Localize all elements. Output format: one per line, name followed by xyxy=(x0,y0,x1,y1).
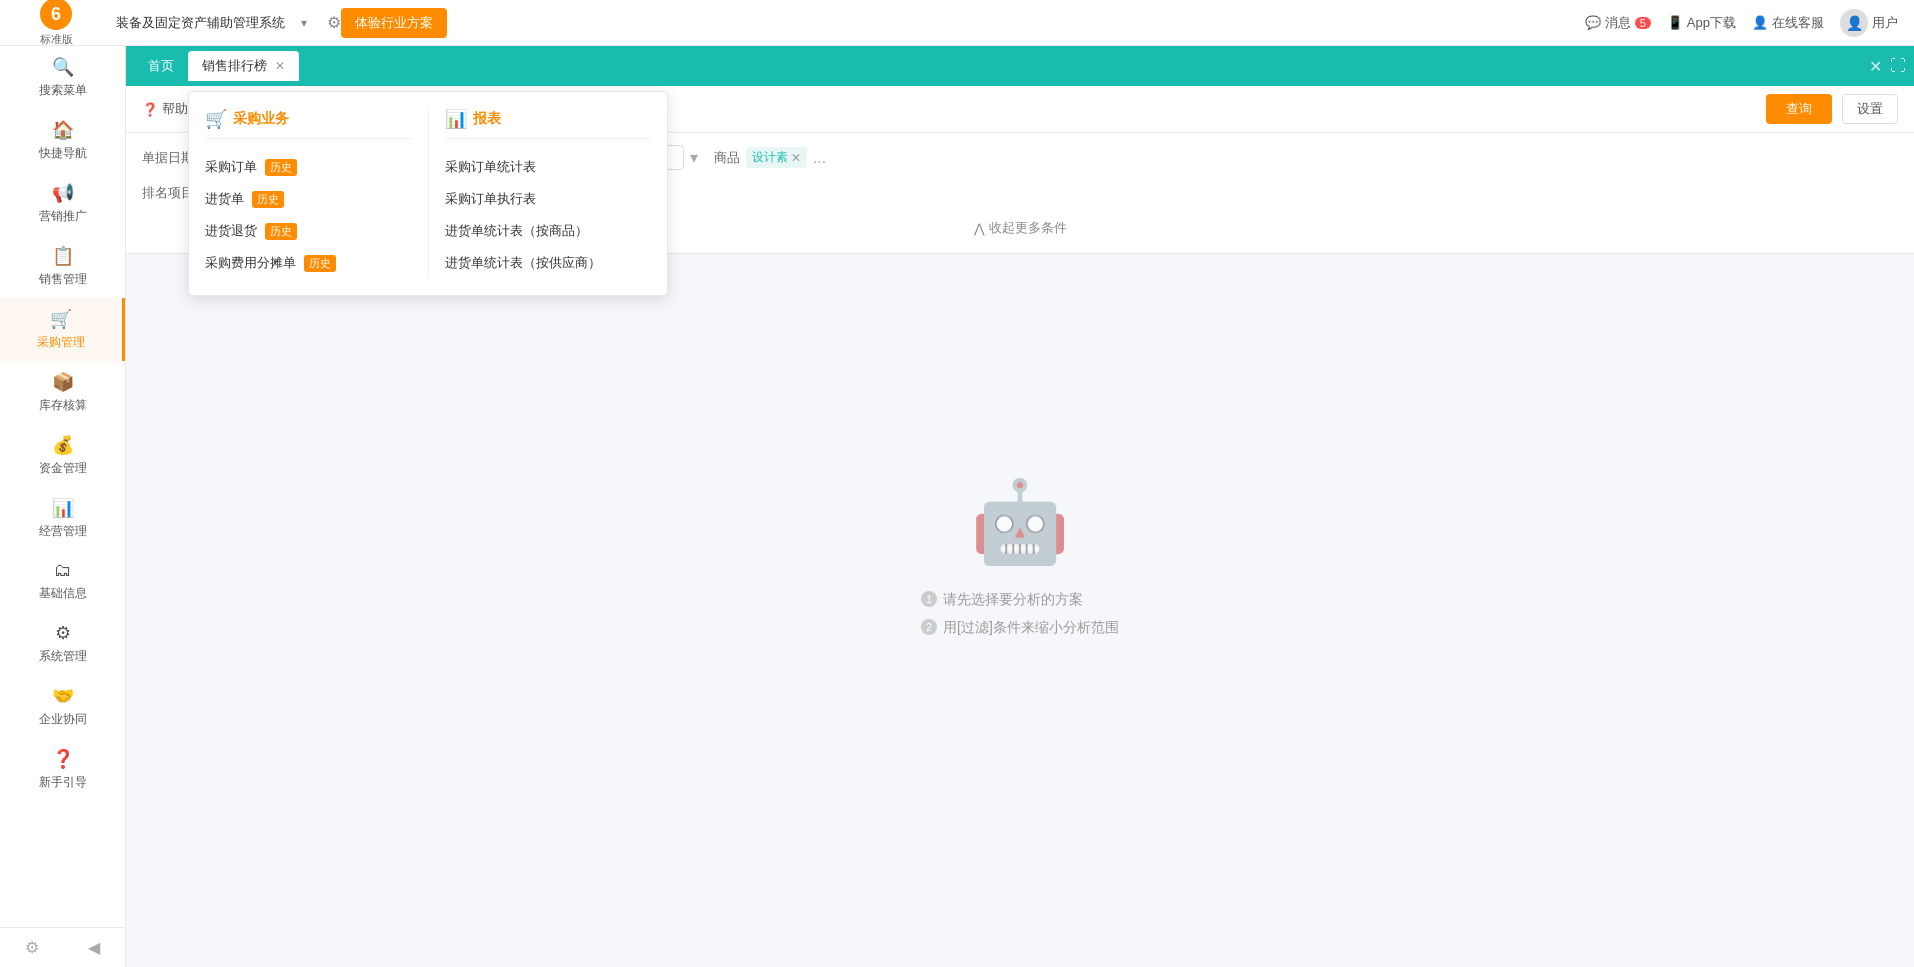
industry-btn[interactable]: 体验行业方案 xyxy=(341,8,447,38)
mobile-icon: 📱 xyxy=(1667,15,1683,30)
user-btn[interactable]: 👤 用户 xyxy=(1840,9,1898,37)
inventory-icon: 📦 xyxy=(52,371,74,393)
basic-icon: 🗂 xyxy=(54,560,72,581)
help-btn[interactable]: ❓ 帮助 xyxy=(142,100,188,118)
sidebar-item-marketing[interactable]: 📢 营销推广 xyxy=(0,172,125,235)
online-service-btn[interactable]: 👤 在线客服 xyxy=(1752,14,1824,32)
sidebar: 🔍 搜索菜单 🏠 快捷导航 📢 营销推广 📋 销售管理 🛒 采购管理 📦 xyxy=(0,46,126,967)
home-icon: 🏠 xyxy=(52,119,74,141)
app-download-btn[interactable]: 📱 App下载 xyxy=(1667,14,1736,32)
sales-icon: 📋 xyxy=(52,245,74,267)
empty-step-1: 1 请先选择要分析的方案 xyxy=(921,585,1119,613)
sidebar-item-enterprise[interactable]: 🤝 企业协同 xyxy=(0,675,125,738)
top-bar-actions: 💬 消息 5 📱 App下载 👤 在线客服 👤 用户 xyxy=(1585,9,1898,37)
history-badge-3: 历史 xyxy=(304,255,336,272)
purchase-dropdown-menu: 🛒 采购业务 采购订单 历史 进货单 历史 xyxy=(188,91,668,296)
enterprise-icon: 🤝 xyxy=(52,685,74,707)
marketing-icon: 📢 xyxy=(52,182,74,204)
messages-badge: 5 xyxy=(1635,17,1651,29)
service-icon: 👤 xyxy=(1752,15,1768,30)
menu-item-purchase-receive[interactable]: 进货单 历史 xyxy=(205,183,412,215)
sidebar-collapse-btn[interactable]: ◀ xyxy=(88,938,100,957)
app-container: 6 标准版 装备及固定资产辅助管理系统 ▾ ⚙ 体验行业方案 💬 消息 5 📱 … xyxy=(0,0,1914,967)
content-area: 首页 销售排行榜 ✕ 🛒 采购业务 采购订单 xyxy=(126,46,1914,967)
logo-text: 标准版 xyxy=(40,32,73,47)
report-section: 📊 报表 采购订单统计表 采购订单执行表 进货单统计表（按商品） xyxy=(445,108,652,279)
sidebar-item-quick-nav[interactable]: 🏠 快捷导航 xyxy=(0,109,125,172)
menu-divider xyxy=(428,108,429,279)
tab-close-window-icon[interactable]: ✕ xyxy=(1869,57,1882,76)
menu-item-report-3[interactable]: 进货单统计表（按供应商） xyxy=(445,247,652,279)
help-icon: ❓ xyxy=(142,102,158,117)
sidebar-item-guide[interactable]: ❓ 新手引导 xyxy=(0,738,125,801)
main-area: 🔍 搜索菜单 🏠 快捷导航 📢 营销推广 📋 销售管理 🛒 采购管理 📦 xyxy=(0,46,1914,967)
sidebar-item-purchase[interactable]: 🛒 采购管理 xyxy=(0,298,125,361)
sidebar-settings-btn[interactable]: ⚙ xyxy=(25,938,39,957)
sidebar-item-basic[interactable]: 🗂 基础信息 xyxy=(0,550,125,612)
user-avatar: 👤 xyxy=(1840,9,1868,37)
goods-tag: 设计素 ✕ xyxy=(746,147,807,168)
sidebar-item-sales[interactable]: 📋 销售管理 xyxy=(0,235,125,298)
sidebar-item-operation[interactable]: 📊 经营管理 xyxy=(0,487,125,550)
toolbar-right: 查询 设置 xyxy=(1766,94,1898,124)
date-label: 单据日期 xyxy=(142,149,194,167)
sidebar-item-finance[interactable]: 💰 资金管理 xyxy=(0,424,125,487)
logo-area: 6 标准版 xyxy=(16,0,96,47)
empty-illustration: 🤖 xyxy=(970,475,1070,569)
empty-state: 🤖 1 请先选择要分析的方案 2 用[过滤]条件来缩小分析范围 xyxy=(921,475,1119,641)
finance-icon: 💰 xyxy=(52,434,74,456)
history-badge-0: 历史 xyxy=(265,159,297,176)
purchase-section: 🛒 采购业务 采购订单 历史 进货单 历史 xyxy=(205,108,412,279)
empty-step-2: 2 用[过滤]条件来缩小分析范围 xyxy=(921,613,1119,641)
sidebar-item-search[interactable]: 🔍 搜索菜单 xyxy=(0,46,125,109)
tab-sales-rank[interactable]: 销售排行榜 ✕ 🛒 采购业务 采购订单 历史 xyxy=(188,51,299,81)
operation-icon: 📊 xyxy=(52,497,74,519)
top-bar-left: 6 标准版 装备及固定资产辅助管理系统 ▾ ⚙ xyxy=(16,0,341,47)
guide-icon: ❓ xyxy=(52,748,74,770)
collapse-btn[interactable]: ⋀ 收起更多条件 xyxy=(974,219,1067,237)
message-icon: 💬 xyxy=(1585,15,1601,30)
system-settings-icon[interactable]: ⚙ xyxy=(327,13,341,32)
menu-item-purchase-return[interactable]: 进货退货 历史 xyxy=(205,215,412,247)
collapse-icon: ⋀ xyxy=(974,221,985,236)
empty-text: 1 请先选择要分析的方案 2 用[过滤]条件来缩小分析范围 xyxy=(921,585,1119,641)
search-icon: 🔍 xyxy=(52,56,74,78)
query-btn[interactable]: 查询 xyxy=(1766,94,1832,124)
history-badge-2: 历史 xyxy=(265,223,297,240)
rank-label: 排名项目 xyxy=(142,184,194,202)
sidebar-bottom: ⚙ ◀ xyxy=(0,927,125,967)
purchase-section-title: 🛒 采购业务 xyxy=(205,108,412,139)
goods-dots[interactable]: ... xyxy=(813,149,826,167)
menu-item-report-2[interactable]: 进货单统计表（按商品） xyxy=(445,215,652,247)
messages-btn[interactable]: 💬 消息 5 xyxy=(1585,14,1651,32)
system-title-dropdown[interactable]: ▾ xyxy=(301,16,307,30)
menu-item-purchase-order[interactable]: 采购订单 历史 xyxy=(205,151,412,183)
goods-label: 商品 xyxy=(714,149,740,167)
report-section-title: 📊 报表 xyxy=(445,108,652,139)
sidebar-item-system[interactable]: ⚙ 系统管理 xyxy=(0,612,125,675)
menu-item-report-0[interactable]: 采购订单统计表 xyxy=(445,151,652,183)
system-title: 装备及固定资产辅助管理系统 xyxy=(116,14,285,32)
settings-btn[interactable]: 设置 xyxy=(1842,94,1898,124)
top-bar: 6 标准版 装备及固定资产辅助管理系统 ▾ ⚙ 体验行业方案 💬 消息 5 📱 … xyxy=(0,0,1914,46)
status-dots[interactable]: ▾ xyxy=(690,148,698,167)
purchase-icon: 🛒 xyxy=(50,308,72,330)
goods-tag-close[interactable]: ✕ xyxy=(791,151,801,165)
tab-bar-right: ✕ ⛶ xyxy=(1869,57,1906,76)
tab-bar: 首页 销售排行榜 ✕ 🛒 采购业务 采购订单 xyxy=(126,46,1914,86)
logo-icon: 6 xyxy=(40,0,72,30)
filter-goods-item: 商品 设计素 ✕ ... xyxy=(714,147,826,168)
tab-home[interactable]: 首页 xyxy=(134,51,188,81)
main-content: 🤖 1 请先选择要分析的方案 2 用[过滤]条件来缩小分析范围 xyxy=(126,254,1914,861)
purchase-menu-icon: 🛒 xyxy=(205,108,227,130)
report-menu-icon: 📊 xyxy=(445,108,467,130)
tab-expand-icon[interactable]: ⛶ xyxy=(1890,57,1906,75)
system-icon: ⚙ xyxy=(55,622,71,644)
history-badge-1: 历史 xyxy=(252,191,284,208)
menu-item-report-1[interactable]: 采购订单执行表 xyxy=(445,183,652,215)
menu-item-purchase-expense[interactable]: 采购费用分摊单 历史 xyxy=(205,247,412,279)
tab-close-icon[interactable]: ✕ xyxy=(275,59,285,73)
sidebar-item-inventory[interactable]: 📦 库存核算 xyxy=(0,361,125,424)
